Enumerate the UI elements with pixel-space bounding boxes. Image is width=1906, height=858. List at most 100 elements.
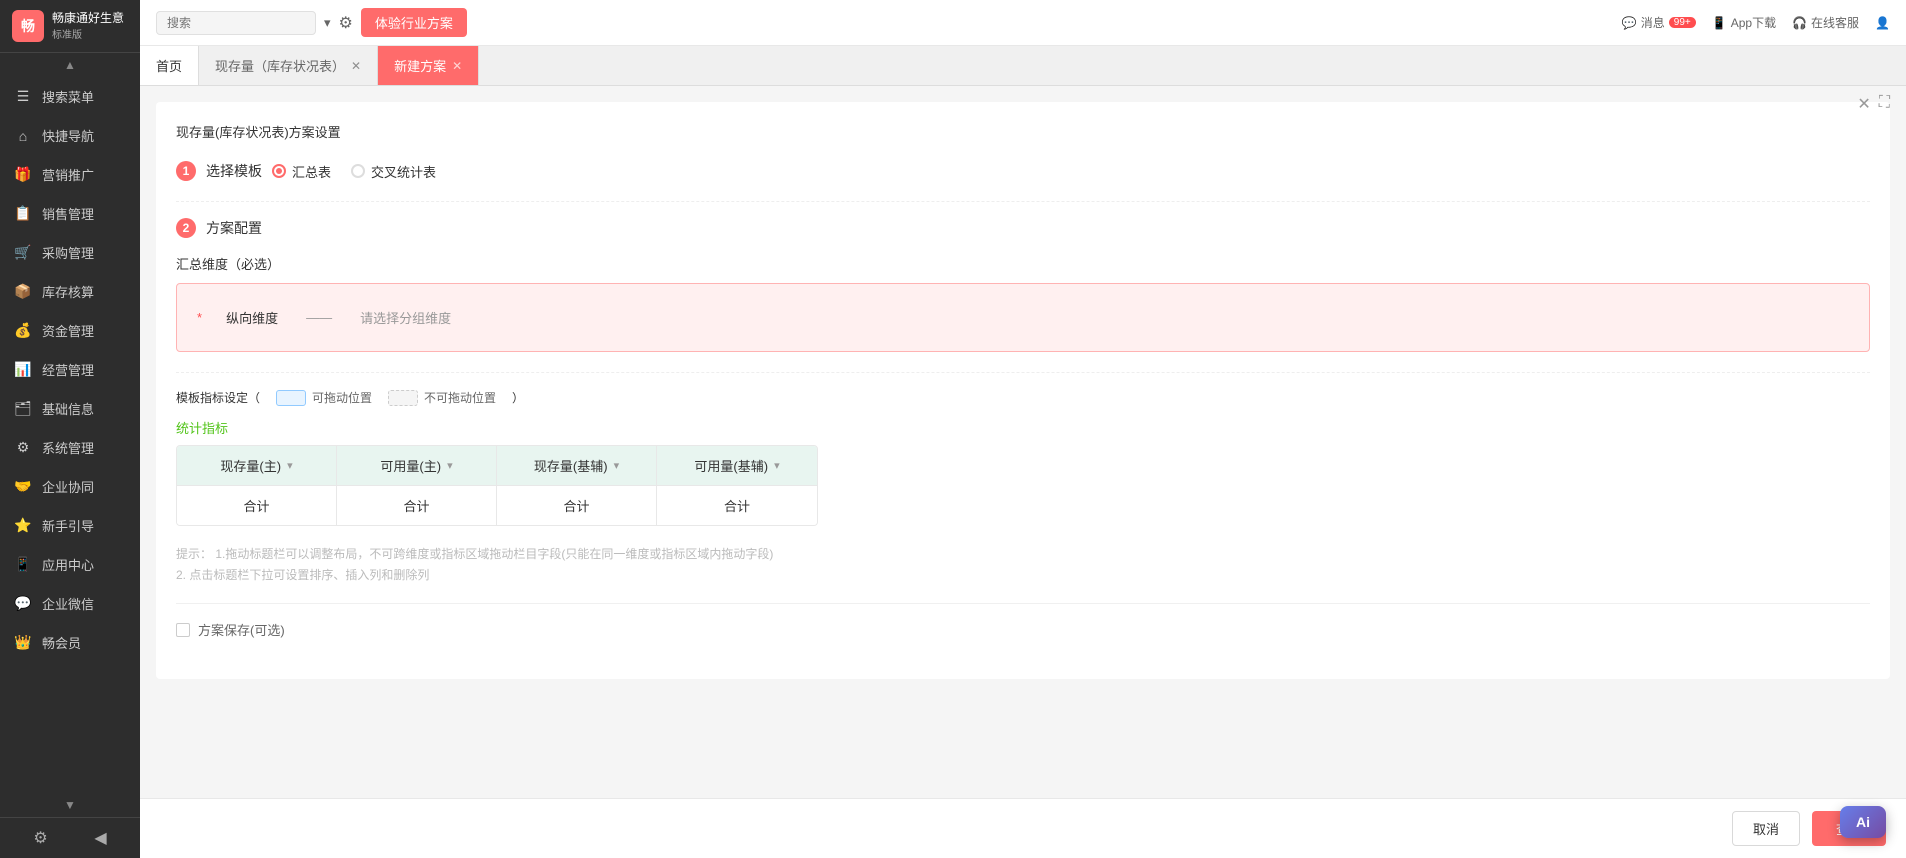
topbar-online-service[interactable]: 🎧 在线客服 (1792, 14, 1859, 31)
sidebar-item-label: 企业协同 (42, 477, 94, 496)
dimension-placeholder[interactable]: 请选择分组维度 (360, 308, 451, 327)
sidebar-item-operations[interactable]: 📊 经营管理 (0, 350, 140, 389)
sidebar-item-label: 快捷导航 (42, 126, 94, 145)
sidebar-item-label: 经营管理 (42, 360, 94, 379)
tab-inventory-label: 现存量（库存状况表） (215, 56, 345, 75)
step2: 2 方案配置 汇总维度（必选） * 纵向维度 —— 请选择分组维度 (176, 218, 1870, 639)
non-draggable-box (388, 390, 418, 406)
table-header-col-2-chevron[interactable]: ▾ (614, 459, 620, 472)
wechat-icon: 💬 (14, 595, 32, 613)
app-name-block: 畅康通好生意 标准版 (52, 11, 124, 42)
sidebar-item-newcomer[interactable]: ⭐ 新手引导 (0, 506, 140, 545)
sidebar-item-basic-info[interactable]: 🗂 基础信息 (0, 389, 140, 428)
radio-cross-dot (351, 164, 365, 178)
topbar-settings-icon[interactable]: ⚙ (339, 13, 353, 33)
table-data-col-1-value: 合计 (403, 496, 429, 515)
sidebar-item-label: 系统管理 (42, 438, 94, 457)
table-header-col-1-chevron[interactable]: ▾ (447, 459, 453, 472)
sidebar-item-label: 资金管理 (42, 321, 94, 340)
sidebar-item-app-center[interactable]: 📱 应用中心 (0, 545, 140, 584)
table-header-col-3-chevron[interactable]: ▾ (774, 459, 780, 472)
radio-cross[interactable]: 交叉统计表 (351, 162, 436, 181)
search-icon: ☰ (14, 88, 32, 106)
settings-bottom-icon[interactable]: ⚙ (33, 828, 47, 848)
basic-info-icon: 🗂 (14, 400, 32, 418)
sidebar-item-system[interactable]: ⚙ 系统管理 (0, 428, 140, 467)
tab-home[interactable]: 首页 (140, 46, 199, 85)
gift-icon: 🎁 (14, 166, 32, 184)
user-icon: 👤 (1875, 16, 1890, 30)
sales-icon: 📋 (14, 205, 32, 223)
member-icon: 👑 (14, 634, 32, 652)
sidebar-item-marketing[interactable]: 🎁 营销推广 (0, 155, 140, 194)
sidebar-scroll-up[interactable]: ▲ (0, 53, 140, 77)
radio-summary-inner (276, 168, 282, 174)
topbar-dropdown-arrow[interactable]: ▾ (324, 15, 331, 31)
cancel-button[interactable]: 取消 (1732, 811, 1800, 846)
sidebar-item-label: 基础信息 (42, 399, 94, 418)
sidebar-item-enterprise[interactable]: 🤝 企业协同 (0, 467, 140, 506)
topbar-search-input[interactable] (156, 11, 316, 35)
headset-icon: 🎧 (1792, 16, 1807, 30)
tab-inventory[interactable]: 现存量（库存状况表） ✕ (199, 46, 378, 85)
purchase-icon: 🛒 (14, 244, 32, 262)
draggable-label: 可拖动位置 (312, 389, 372, 406)
indicator-table: 现存量(主) ▾ 可用量(主) ▾ 现存量(基辅) ▾ (176, 445, 818, 526)
save-label: 方案保存(可选) (198, 620, 285, 639)
table-header-col-1[interactable]: 可用量(主) ▾ (337, 446, 497, 485)
topbar-app-download[interactable]: 📱 App下载 (1712, 14, 1776, 31)
message-label: 消息 (1641, 14, 1665, 31)
table-data-col-3: 合计 (657, 486, 817, 525)
radio-summary[interactable]: 汇总表 (272, 162, 331, 181)
content-controls: ✕ ⛶ (1857, 94, 1890, 114)
close-panel-icon[interactable]: ✕ (1857, 94, 1870, 114)
sidebar-item-label: 应用中心 (42, 555, 94, 574)
sidebar-item-purchase[interactable]: 🛒 采购管理 (0, 233, 140, 272)
table-data-col-3-value: 合计 (724, 496, 750, 515)
sidebar-nav: ☰ 搜索菜单 ⌂ 快捷导航 🎁 营销推广 📋 销售管理 🛒 采购管理 📦 库存核… (0, 77, 140, 793)
table-data-col-2-value: 合计 (563, 496, 589, 515)
ai-fab-button[interactable]: Ai (1840, 806, 1886, 838)
sidebar-item-label: 畅会员 (42, 633, 81, 652)
tip-2: 2. 点击标题栏下拉可设置排序、插入列和删除列 (176, 566, 1870, 583)
topbar-message[interactable]: 💬 消息 99+ (1622, 14, 1696, 31)
content-area: ✕ ⛶ 现存量(库存状况表)方案设置 1 选择模板 汇总表 (140, 86, 1906, 798)
collapse-icon[interactable]: ◀ (94, 828, 106, 848)
sidebar-item-quick-nav[interactable]: ⌂ 快捷导航 (0, 116, 140, 155)
indicator-section-label: 统计指标 (176, 418, 1870, 437)
tips-section: 提示： 1.拖动标题栏可以调整布局，不可跨维度或指标区域拖动栏目字段(只能在同一… (176, 545, 1870, 583)
table-header-col-3[interactable]: 可用量(基辅) ▾ (657, 446, 817, 485)
topbar-user-avatar[interactable]: 👤 (1875, 16, 1890, 30)
step1-header: 1 选择模板 汇总表 交叉统计表 (176, 161, 1870, 181)
main-area: ▾ ⚙ 体验行业方案 💬 消息 99+ 📱 App下载 🎧 在线客服 👤 (140, 0, 1906, 858)
expand-panel-icon[interactable]: ⛶ (1879, 94, 1890, 114)
dimension-box: * 纵向维度 —— 请选择分组维度 (176, 283, 1870, 352)
home-icon: ⌂ (14, 127, 32, 145)
trial-industry-button[interactable]: 体验行业方案 (361, 8, 467, 37)
sidebar-item-search[interactable]: ☰ 搜索菜单 (0, 77, 140, 116)
legend-non-draggable: 不可拖动位置 (388, 389, 496, 406)
table-header-col-1-label: 可用量(主) (380, 456, 441, 475)
table-data-col-1: 合计 (337, 486, 497, 525)
tab-new-scheme[interactable]: 新建方案 ✕ (378, 46, 479, 85)
sidebar-item-member[interactable]: 👑 畅会员 (0, 623, 140, 662)
sidebar-item-sales[interactable]: 📋 销售管理 (0, 194, 140, 233)
sidebar-item-wechat[interactable]: 💬 企业微信 (0, 584, 140, 623)
sidebar-item-finance[interactable]: 💰 资金管理 (0, 311, 140, 350)
table-header-col-2[interactable]: 现存量(基辅) ▾ (497, 446, 657, 485)
table-header-col-0-chevron[interactable]: ▾ (287, 459, 293, 472)
table-header-col-0[interactable]: 现存量(主) ▾ (177, 446, 337, 485)
app-label: App下载 (1731, 14, 1776, 31)
tab-inventory-close[interactable]: ✕ (351, 59, 361, 73)
step1: 1 选择模板 汇总表 交叉统计表 (176, 161, 1870, 181)
legend-draggable: 可拖动位置 (276, 389, 372, 406)
tab-new-scheme-close[interactable]: ✕ (452, 59, 462, 73)
sidebar-scroll-down[interactable]: ▼ (0, 793, 140, 817)
save-checkbox[interactable] (176, 623, 190, 637)
tab-bar: 首页 现存量（库存状况表） ✕ 新建方案 ✕ (140, 46, 1906, 86)
topbar-right: 💬 消息 99+ 📱 App下载 🎧 在线客服 👤 (1622, 14, 1890, 31)
system-icon: ⚙ (14, 439, 32, 457)
sidebar-item-inventory[interactable]: 📦 库存核算 (0, 272, 140, 311)
sidebar-item-label: 采购管理 (42, 243, 94, 262)
table-header-col-3-label: 可用量(基辅) (694, 456, 768, 475)
